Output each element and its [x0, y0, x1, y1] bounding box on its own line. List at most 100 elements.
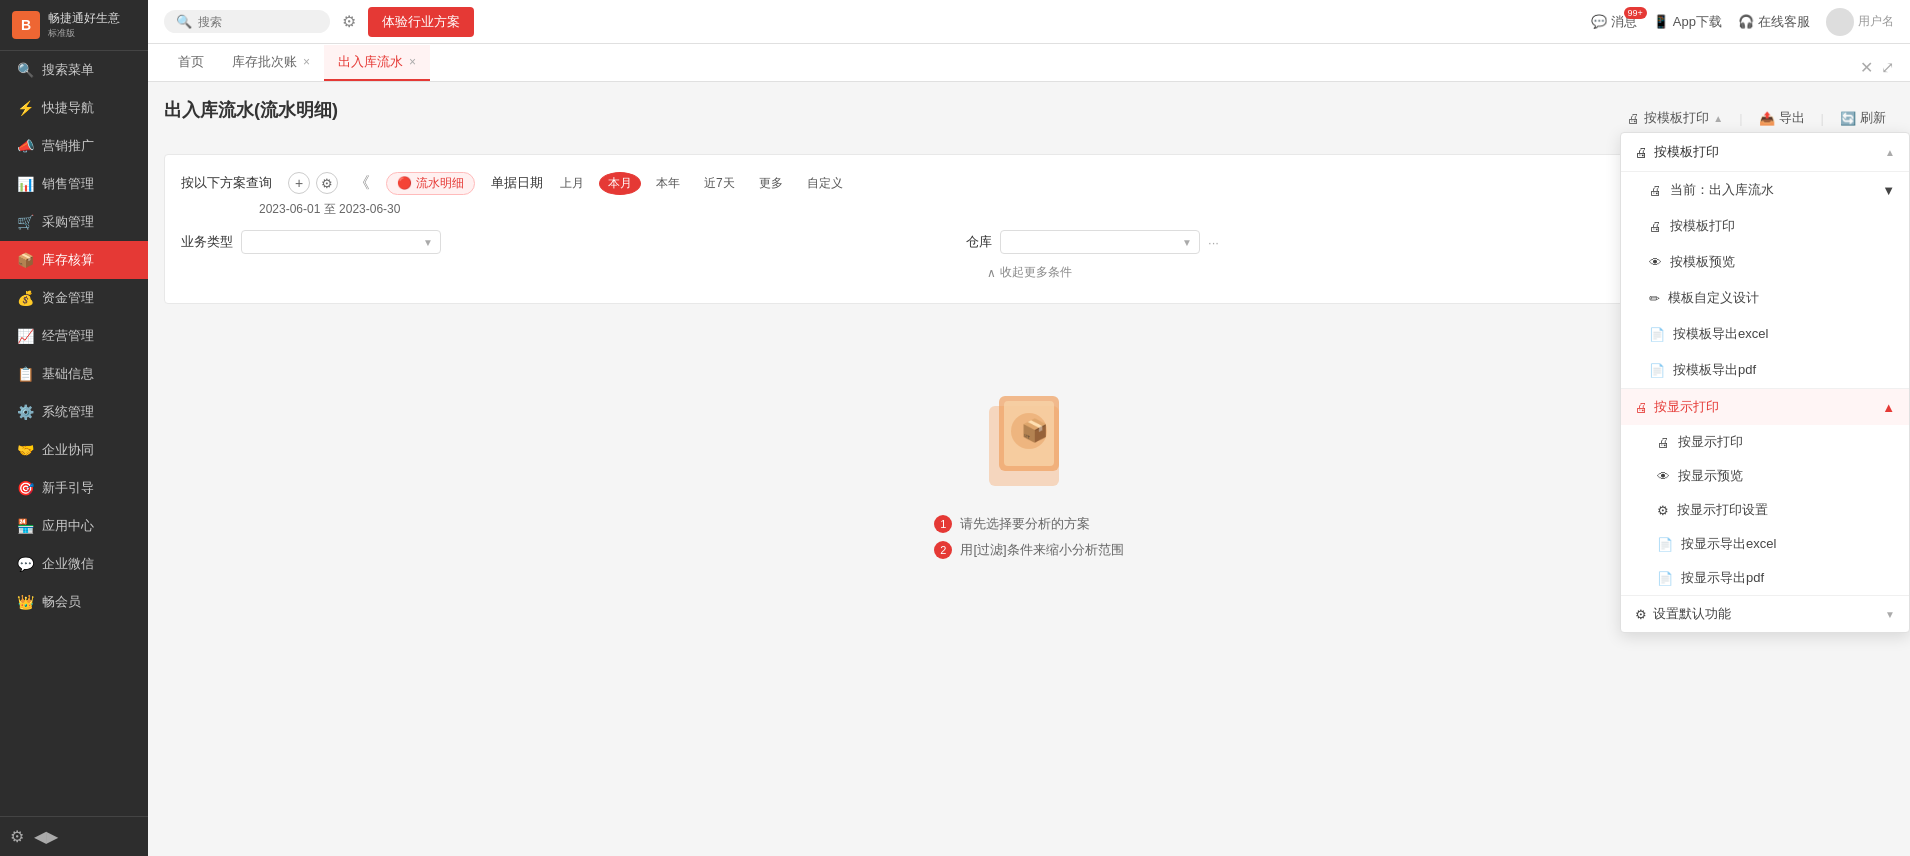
date-range-display: 2023-06-01 至 2023-06-30 [259, 202, 400, 216]
phone-icon: 📱 [1653, 14, 1669, 29]
sidebar-item-vip[interactable]: 👑畅会员 [0, 583, 148, 621]
sidebar-item-purchase[interactable]: 🛒采购管理 [0, 203, 148, 241]
business-type-select[interactable] [241, 230, 441, 254]
sidebar-icon-sales: 📊 [16, 176, 34, 192]
sidebar-label-shortcut: 快捷导航 [42, 99, 94, 117]
tab-batch-close[interactable]: × [303, 55, 310, 69]
dropdown-export-excel-template[interactable]: 📄 按模板导出excel [1621, 316, 1909, 352]
sidebar-icon-basic: 📋 [16, 366, 34, 382]
dropdown-epd-label: 按显示导出pdf [1681, 569, 1764, 587]
sidebar-item-inventory[interactable]: 📦库存核算 [0, 241, 148, 279]
sidebar-label-sales: 销售管理 [42, 175, 94, 193]
tab-flow[interactable]: 出入库流水 × [324, 45, 430, 81]
tab-close-all-icon[interactable]: ✕ [1860, 58, 1873, 77]
date-last7days[interactable]: 近7天 [695, 172, 744, 195]
tab-flow-label: 出入库流水 [338, 53, 403, 71]
sidebar-item-basic[interactable]: 📋基础信息 [0, 355, 148, 393]
dropdown-header-arrow[interactable]: ▲ [1885, 147, 1895, 158]
dropdown-preview-template[interactable]: 👁 按模板预览 [1621, 244, 1909, 280]
tab-batch-label: 库存批次账 [232, 53, 297, 71]
business-type-item: 业务类型 ▼ [181, 230, 442, 254]
sidebar-item-guide[interactable]: 🎯新手引导 [0, 469, 148, 507]
tab-maximize-icon[interactable]: ⤢ [1881, 58, 1894, 77]
filter-collapse-icon[interactable]: 《 [354, 173, 370, 194]
tab-batch[interactable]: 库存批次账 × [218, 45, 324, 81]
sidebar-item-enterprise[interactable]: 🤝企业协同 [0, 431, 148, 469]
dropdown-print-template[interactable]: 🖨 按模板打印 [1621, 208, 1909, 244]
business-type-label: 业务类型 [181, 233, 233, 251]
dropdown-export-pdf-display[interactable]: 📄 按显示导出pdf [1621, 561, 1909, 595]
industry-btn[interactable]: 体验行业方案 [368, 7, 474, 37]
username-text: 用户名 [1858, 13, 1894, 30]
dropdown-current-arrow: ▼ [1882, 183, 1895, 198]
sidebar-item-appstore[interactable]: 🏪应用中心 [0, 507, 148, 545]
sidebar-item-sales[interactable]: 📊 销售管理 [0, 165, 148, 203]
sidebar-icon-system: ⚙️ [16, 404, 34, 420]
dropdown-footer-content: ⚙ 设置默认功能 [1635, 605, 1731, 623]
step-num-2: 2 [934, 541, 952, 559]
avatar-img [1826, 8, 1854, 36]
sidebar-label-operation: 经营管理 [42, 327, 94, 345]
sidebar-icon-operation: 📈 [16, 328, 34, 344]
step1-text: 请先选择要分析的方案 [960, 515, 1090, 533]
sidebar-item-wechat[interactable]: 💬企业微信 [0, 545, 148, 583]
dropdown-preview-display[interactable]: 👁 按显示预览 [1621, 459, 1909, 493]
filter-date-field: 单据日期 上月 本月 本年 近7天 更多 自定义 [491, 172, 852, 195]
dropdown-psd-icon: ⚙ [1657, 503, 1669, 518]
sidebar-item-shortcut[interactable]: ⚡ 快捷导航 [0, 89, 148, 127]
date-current-month[interactable]: 本月 [599, 172, 641, 195]
app-download-btn[interactable]: 📱 App下载 [1653, 13, 1722, 31]
dropdown-pt-label: 按模板打印 [1670, 217, 1735, 235]
collapse-icon[interactable]: ◀▶ [34, 827, 58, 846]
sidebar-icon-shortcut: ⚡ [16, 100, 34, 116]
search-input[interactable] [198, 15, 318, 29]
user-avatar[interactable]: 用户名 [1826, 8, 1894, 36]
filter-add-btn[interactable]: + [288, 172, 310, 194]
dropdown-current[interactable]: 🖨 当前：出入库流水 ▼ [1621, 172, 1909, 208]
dropdown-pd-icon: 🖨 [1657, 435, 1670, 450]
dropdown-eed-icon: 📄 [1657, 537, 1673, 552]
warehouse-select[interactable] [1000, 230, 1200, 254]
sidebar-nav: 🔍搜索菜单 ⚡ 快捷导航 📣营销推广 📊 销售管理 🛒采购管理📦库存核算💰资金管理 📈 经营管理… [0, 51, 148, 816]
dropdown-print-settings-display[interactable]: ⚙ 按显示打印设置 [1621, 493, 1909, 527]
date-custom[interactable]: 自定义 [798, 172, 852, 195]
sidebar: B 畅捷通好生意 标准版 🔍搜索菜单 ⚡ 快捷导航 📣营销推广 📊 销售管理 🛒采购管理📦库… [0, 0, 148, 856]
warehouse-more-icon[interactable]: ··· [1208, 235, 1219, 250]
sidebar-item-finance[interactable]: 💰资金管理 [0, 279, 148, 317]
dropdown-custom-design[interactable]: ✏ 模板自定义设计 [1621, 280, 1909, 316]
dropdown-display-group-header[interactable]: 🖨 按显示打印 ▲ [1621, 389, 1909, 425]
customer-service-btn[interactable]: 🎧 在线客服 [1738, 13, 1810, 31]
topbar-gear-icon[interactable]: ⚙ [342, 12, 356, 31]
dropdown-ept-label: 按模板导出pdf [1673, 361, 1756, 379]
tab-home[interactable]: 首页 [164, 45, 218, 81]
empty-svg: 📦 [969, 376, 1089, 496]
tab-bar: 首页 库存批次账 × 出入库流水 × ✕ ⤢ [148, 44, 1910, 82]
dropdown-ept-icon: 📄 [1649, 363, 1665, 378]
sidebar-item-system[interactable]: ⚙️系统管理 [0, 393, 148, 431]
toolbar-sep1: | [1739, 111, 1742, 126]
settings-icon[interactable]: ⚙ [10, 827, 24, 846]
print-template-btn[interactable]: 🖨 按模板打印 ▲ [1619, 105, 1731, 131]
date-prev-month[interactable]: 上月 [551, 172, 593, 195]
dropdown-export-excel-display[interactable]: 📄 按显示导出excel [1621, 527, 1909, 561]
export-btn[interactable]: 📤 导出 [1751, 105, 1813, 131]
refresh-btn[interactable]: 🔄 刷新 [1832, 105, 1894, 131]
dropdown-display-arrow[interactable]: ▲ [1882, 400, 1895, 415]
dropdown-export-pdf-template[interactable]: 📄 按模板导出pdf [1621, 352, 1909, 388]
dropdown-header: 🖨 按模板打印 ▲ [1621, 133, 1909, 172]
refresh-label: 刷新 [1860, 109, 1886, 127]
dropdown-footer[interactable]: ⚙ 设置默认功能 ▼ [1621, 595, 1909, 632]
app-logo: B 畅捷通好生意 标准版 [0, 0, 148, 51]
date-current-year[interactable]: 本年 [647, 172, 689, 195]
dropdown-print-display[interactable]: 🖨 按显示打印 [1621, 425, 1909, 459]
sidebar-item-search[interactable]: 🔍搜索菜单 [0, 51, 148, 89]
filter-settings-btn[interactable]: ⚙ [316, 172, 338, 194]
topbar-search-box[interactable]: 🔍 [164, 10, 330, 33]
messages-btn[interactable]: 💬 消息 99+ [1591, 13, 1637, 31]
filter-tag-item[interactable]: 🔴 流水明细 [386, 172, 475, 195]
sidebar-item-operation[interactable]: 📈 经营管理 [0, 317, 148, 355]
tab-flow-close[interactable]: × [409, 55, 416, 69]
sidebar-item-marketing[interactable]: 📣营销推广 [0, 127, 148, 165]
date-more[interactable]: 更多 [750, 172, 792, 195]
filter-title: 按以下方案查询 [181, 174, 272, 192]
